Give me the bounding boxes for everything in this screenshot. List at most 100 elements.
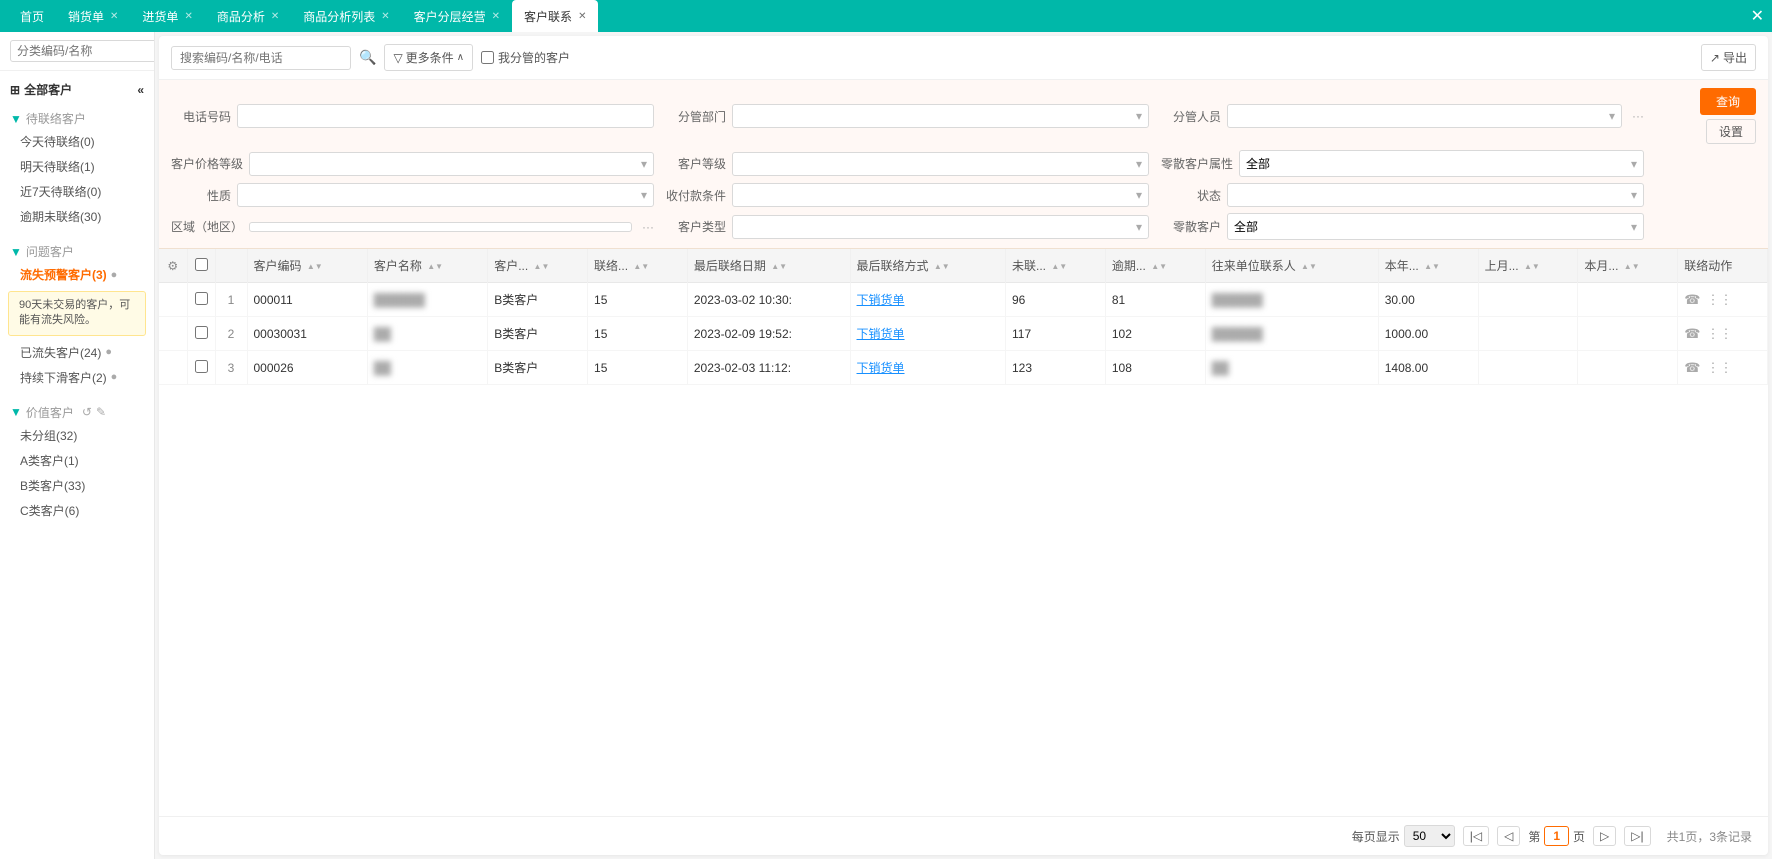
window-close-icon[interactable]: ✕ — [1751, 6, 1764, 26]
tab-product-analysis[interactable]: 商品分析 ✕ — [205, 0, 291, 32]
filter-icon: ▽ — [393, 51, 402, 65]
filter-search-input[interactable] — [171, 46, 351, 70]
row-checkbox-2[interactable] — [195, 360, 208, 373]
my-customers-label: 我分管的客户 — [498, 49, 570, 66]
prev-page-button[interactable]: ◁ — [1497, 826, 1520, 846]
customer-type-select[interactable]: ▾ — [732, 215, 1149, 239]
person-arrow-icon: ▾ — [1609, 109, 1615, 123]
customer-level-select[interactable]: ▾ — [732, 152, 1149, 176]
sidebar-item-at-risk[interactable]: 流失预警客户(3) ● — [0, 262, 154, 287]
action-contact-icon[interactable]: ☎ — [1684, 360, 1700, 376]
settings-button[interactable]: 设置 — [1706, 119, 1756, 144]
edit-icon[interactable]: ✎ — [96, 405, 106, 419]
phone-input[interactable] — [237, 104, 654, 128]
select-all-checkbox[interactable] — [195, 258, 208, 271]
phone-field: 电话号码 — [171, 104, 654, 128]
help-icon-1: ● — [111, 269, 118, 281]
sort-icon-year[interactable]: ▲▼ — [1424, 262, 1440, 271]
first-page-button[interactable]: |◁ — [1463, 826, 1489, 846]
tab-customer-layer-close[interactable]: ✕ — [492, 11, 500, 22]
sidebar-item-declining[interactable]: 持续下滑客户(2) ● — [0, 365, 154, 390]
next-page-button[interactable]: ▷ — [1593, 826, 1616, 846]
tab-sales[interactable]: 销货单 ✕ — [56, 0, 130, 32]
sort-icon-method[interactable]: ▲▼ — [934, 262, 950, 271]
td-unit-contact: ██████ — [1205, 283, 1378, 317]
sidebar-item-overdue[interactable]: 逾期未联络(30) — [0, 204, 154, 229]
sort-icon-not-contacted[interactable]: ▲▼ — [1051, 262, 1067, 271]
tab-customer-contact-close[interactable]: ✕ — [578, 11, 586, 22]
action-contact-icon[interactable]: ☎ — [1684, 326, 1700, 342]
tab-bar: 首页 销货单 ✕ 进货单 ✕ 商品分析 ✕ 商品分析列表 ✕ 客户分层经营 ✕ … — [0, 0, 1772, 32]
tab-customer-contact[interactable]: 客户联系 ✕ — [512, 0, 598, 32]
th-contact-action: 联络动作 — [1678, 249, 1768, 283]
th-not-contacted: 未联... ▲▼ — [1006, 249, 1106, 283]
zero-retail-select[interactable]: 全部 ▾ — [1227, 213, 1644, 240]
region-dots[interactable]: ··· — [642, 220, 654, 234]
tab-purchase[interactable]: 进货单 ✕ — [130, 0, 204, 32]
refresh-icon[interactable]: ↺ — [82, 405, 92, 419]
sidebar-item-today[interactable]: 今天待联络(0) — [0, 129, 154, 154]
gear-icon[interactable]: ⚙ — [167, 259, 178, 273]
tab-product-list[interactable]: 商品分析列表 ✕ — [291, 0, 401, 32]
action-more-icon[interactable]: ⋮⋮ — [1706, 326, 1732, 342]
td-unit-contact: ██ — [1205, 351, 1378, 385]
tab-purchase-close[interactable]: ✕ — [184, 11, 192, 22]
sidebar-item-a-class[interactable]: A类客户(1) — [0, 448, 154, 473]
row-checkbox-1[interactable] — [195, 326, 208, 339]
price-level-select[interactable]: ▾ — [249, 152, 654, 176]
tab-sales-close[interactable]: ✕ — [110, 11, 118, 22]
sort-icon-name[interactable]: ▲▼ — [427, 262, 443, 271]
sort-icon-code[interactable]: ▲▼ — [307, 262, 323, 271]
tab-product-analysis-close[interactable]: ✕ — [271, 11, 279, 22]
action-more-icon[interactable]: ⋮⋮ — [1706, 360, 1732, 376]
person-dots[interactable]: ··· — [1632, 109, 1644, 123]
sidebar-item-tomorrow[interactable]: 明天待联络(1) — [0, 154, 154, 179]
sidebar-item-b-class[interactable]: B类客户(33) — [0, 473, 154, 498]
pagination: 每页显示 50 100 200 |◁ ◁ 第 1 页 ▷ ▷| 共1页，3条记录 — [159, 816, 1768, 855]
sort-icon-unit[interactable]: ▲▼ — [1301, 262, 1317, 271]
td-contact: 15 — [588, 317, 688, 351]
payment-select[interactable]: ▾ — [732, 183, 1149, 207]
action-contact-icon[interactable]: ☎ — [1684, 292, 1700, 308]
nature-select[interactable]: ▾ — [237, 183, 654, 207]
per-page-select[interactable]: 50 100 200 — [1404, 825, 1455, 847]
region-select[interactable] — [249, 222, 632, 232]
tab-home[interactable]: 首页 — [8, 0, 56, 32]
sort-icon-overdue[interactable]: ▲▼ — [1151, 262, 1167, 271]
filter-search-button[interactable]: 🔍 — [359, 49, 376, 66]
sidebar-item-c-class[interactable]: C类客户(6) — [0, 498, 154, 523]
collapse-icon[interactable]: « — [137, 83, 144, 97]
sort-icon-type[interactable]: ▲▼ — [534, 262, 550, 271]
td-not-contacted: 117 — [1006, 317, 1106, 351]
dept-field: 分管部门 ▾ — [666, 104, 1149, 128]
person-select[interactable]: ▾ — [1227, 104, 1622, 128]
status-select[interactable]: ▾ — [1227, 183, 1644, 207]
sort-icon-last-month[interactable]: ▲▼ — [1524, 262, 1540, 271]
sort-icon-this-month[interactable]: ▲▼ — [1624, 262, 1640, 271]
td-action: ☎ ⋮⋮ — [1678, 283, 1768, 317]
th-customer-type: 客户... ▲▼ — [488, 249, 588, 283]
th-last-contact-method: 最后联络方式 ▲▼ — [850, 249, 1005, 283]
row-checkbox-0[interactable] — [195, 292, 208, 305]
zero-retail-attr-select[interactable]: 全部 ▾ — [1239, 150, 1644, 177]
sidebar-item-week[interactable]: 近7天待联络(0) — [0, 179, 154, 204]
filter-more-conditions-button[interactable]: ▽ 更多条件 ∧ — [384, 44, 473, 71]
action-more-icon[interactable]: ⋮⋮ — [1706, 292, 1732, 308]
tab-customer-layer[interactable]: 客户分层经营 ✕ — [402, 0, 512, 32]
export-button[interactable]: ↗ 导出 — [1701, 44, 1756, 71]
sidebar-item-lost[interactable]: 已流失客户(24) ● — [0, 340, 154, 365]
my-customers-checkbox[interactable] — [481, 51, 494, 64]
sort-icon-date[interactable]: ▲▼ — [771, 262, 787, 271]
sidebar-item-ungrouped[interactable]: 未分组(32) — [0, 423, 154, 448]
tab-product-list-close[interactable]: ✕ — [381, 11, 389, 22]
sidebar-search-input[interactable] — [10, 40, 155, 62]
last-page-button[interactable]: ▷| — [1624, 826, 1650, 846]
query-button[interactable]: 查询 — [1700, 88, 1756, 115]
my-customers-checkbox-area[interactable]: 我分管的客户 — [481, 49, 570, 66]
person-field: 分管人员 ▾ ··· — [1161, 104, 1644, 128]
sort-icon-contact[interactable]: ▲▼ — [633, 262, 649, 271]
export-icon: ↗ — [1710, 51, 1720, 65]
dept-select[interactable]: ▾ — [732, 104, 1149, 128]
th-this-year: 本年... ▲▼ — [1378, 249, 1478, 283]
sidebar-all-customers[interactable]: ⊞ 全部客户 « — [0, 75, 154, 104]
